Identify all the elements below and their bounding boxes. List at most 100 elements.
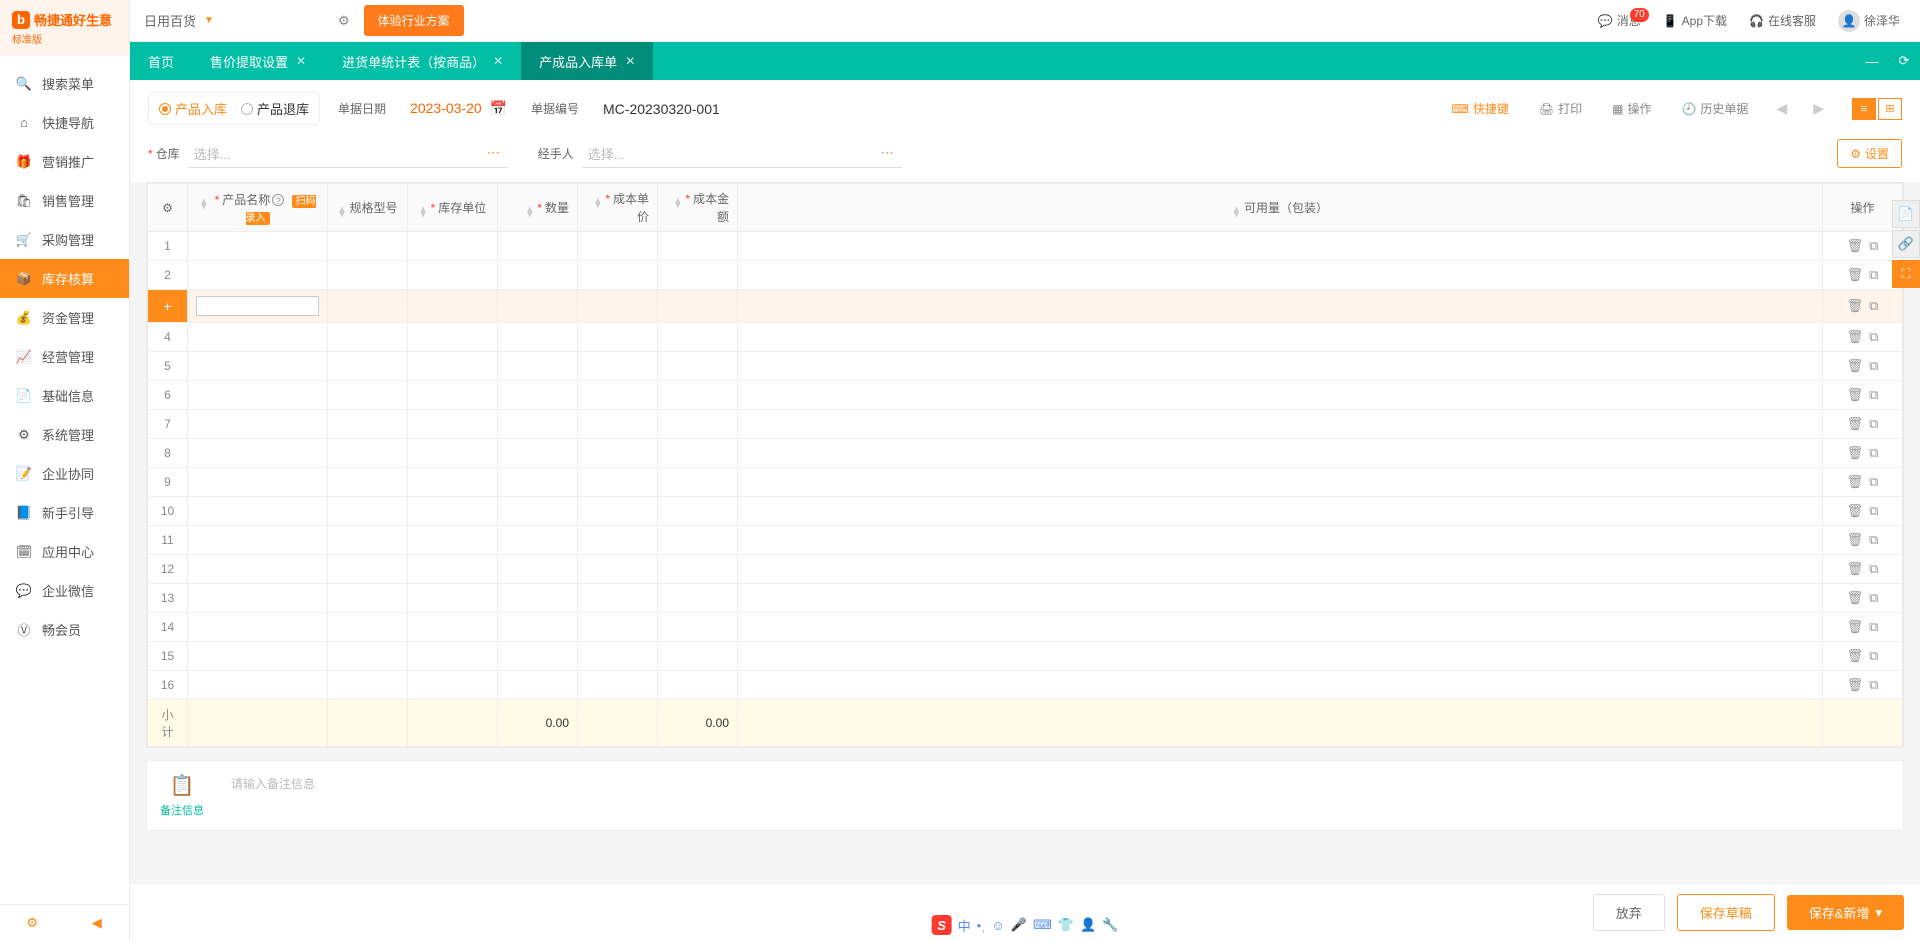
avail-cell[interactable]: [738, 290, 1823, 323]
delete-icon[interactable]: 🗑: [1844, 329, 1867, 344]
qty-cell[interactable]: [498, 352, 578, 381]
avail-cell[interactable]: [738, 381, 1823, 410]
table-row[interactable]: 1🗑⧉: [148, 232, 1903, 261]
spec-cell[interactable]: [328, 410, 408, 439]
price-cell[interactable]: [578, 468, 658, 497]
delete-icon[interactable]: 🗑: [1844, 590, 1867, 605]
copy-icon[interactable]: ⧉: [1866, 238, 1881, 253]
save-draft-button[interactable]: 保存草稿: [1677, 894, 1775, 931]
shortcut-link[interactable]: ⌨ 快捷键: [1446, 96, 1515, 121]
store-settings-icon[interactable]: ⚙: [334, 9, 354, 33]
price-cell[interactable]: [578, 613, 658, 642]
unit-cell[interactable]: [408, 468, 498, 497]
avail-cell[interactable]: [738, 232, 1823, 261]
delete-icon[interactable]: 🗑: [1844, 387, 1867, 402]
spec-cell[interactable]: [328, 323, 408, 352]
product-name-cell[interactable]: [188, 232, 328, 261]
price-cell[interactable]: [578, 261, 658, 290]
nav-item-chart[interactable]: 📈经营管理: [0, 337, 129, 376]
copy-icon[interactable]: ⧉: [1866, 648, 1881, 663]
unit-cell[interactable]: [408, 290, 498, 323]
copy-icon[interactable]: ⧉: [1866, 532, 1881, 547]
avail-cell[interactable]: [738, 642, 1823, 671]
amount-cell[interactable]: [658, 468, 738, 497]
handler-select[interactable]: 选择... ⋯: [582, 140, 902, 168]
table-row[interactable]: 12🗑⧉: [148, 555, 1903, 584]
copy-icon[interactable]: ⧉: [1866, 387, 1881, 402]
price-cell[interactable]: [578, 642, 658, 671]
price-cell[interactable]: [578, 352, 658, 381]
price-cell[interactable]: [578, 439, 658, 468]
col-unit[interactable]: ▲▼*库存单位: [408, 184, 498, 232]
product-name-cell[interactable]: [188, 642, 328, 671]
avail-cell[interactable]: [738, 261, 1823, 290]
table-row[interactable]: 11🗑⧉: [148, 526, 1903, 555]
unit-cell[interactable]: [408, 439, 498, 468]
tab-refresh-button[interactable]: ⟳: [1888, 42, 1920, 80]
price-cell[interactable]: [578, 671, 658, 700]
spec-cell[interactable]: [328, 352, 408, 381]
col-product-name[interactable]: ▲▼ *产品名称? 扫码录入: [188, 184, 328, 232]
spec-cell[interactable]: [328, 290, 408, 323]
copy-icon[interactable]: ⧉: [1866, 298, 1881, 313]
collapse-icon[interactable]: ◀: [65, 905, 130, 941]
table-row[interactable]: 15🗑⧉: [148, 642, 1903, 671]
copy-icon[interactable]: ⧉: [1866, 329, 1881, 344]
qty-cell[interactable]: [498, 613, 578, 642]
product-name-cell[interactable]: [188, 352, 328, 381]
copy-icon[interactable]: ⧉: [1866, 561, 1881, 576]
nav-item-home[interactable]: ⌂快捷导航: [0, 103, 129, 142]
online-service-link[interactable]: 🎧 在线客服: [1743, 12, 1822, 29]
qty-cell[interactable]: [498, 468, 578, 497]
avail-cell[interactable]: [738, 410, 1823, 439]
tab-0[interactable]: 首页: [130, 42, 192, 80]
table-row[interactable]: 5🗑⧉: [148, 352, 1903, 381]
col-amount[interactable]: ▲▼*成本金额: [658, 184, 738, 232]
price-cell[interactable]: [578, 381, 658, 410]
col-settings[interactable]: ⚙: [148, 184, 188, 232]
col-spec[interactable]: ▲▼规格型号: [328, 184, 408, 232]
nav-item-cart[interactable]: 🛒采购管理: [0, 220, 129, 259]
qty-cell[interactable]: [498, 381, 578, 410]
spec-cell[interactable]: [328, 381, 408, 410]
messages-link[interactable]: 💬 消息 70: [1592, 12, 1647, 29]
spec-cell[interactable]: [328, 671, 408, 700]
avail-cell[interactable]: [738, 352, 1823, 381]
qty-cell[interactable]: [498, 290, 578, 323]
spec-cell[interactable]: [328, 613, 408, 642]
close-icon[interactable]: ✕: [296, 54, 306, 68]
next-doc-button[interactable]: ▶: [1809, 100, 1828, 117]
qty-cell[interactable]: [498, 439, 578, 468]
tab-1[interactable]: 售价提取设置✕: [192, 42, 324, 80]
unit-cell[interactable]: [408, 671, 498, 700]
trial-solution-button[interactable]: 体验行业方案: [364, 5, 464, 36]
avail-cell[interactable]: [738, 613, 1823, 642]
price-cell[interactable]: [578, 584, 658, 613]
product-name-cell[interactable]: [188, 323, 328, 352]
avail-cell[interactable]: [738, 323, 1823, 352]
avail-cell[interactable]: [738, 526, 1823, 555]
table-row[interactable]: 7🗑⧉: [148, 410, 1903, 439]
qty-cell[interactable]: [498, 497, 578, 526]
spec-cell[interactable]: [328, 468, 408, 497]
product-name-cell[interactable]: [188, 439, 328, 468]
delete-icon[interactable]: 🗑: [1844, 532, 1867, 547]
nav-item-bag[interactable]: 🛍销售管理: [0, 181, 129, 220]
history-link[interactable]: 🕘 历史单据: [1675, 96, 1754, 121]
date-value[interactable]: 2023-03-20 📅: [404, 96, 513, 121]
nav-item-wechat[interactable]: 💬企业微信: [0, 571, 129, 610]
qty-cell[interactable]: [498, 232, 578, 261]
nav-item-doc[interactable]: 📄基础信息: [0, 376, 129, 415]
unit-cell[interactable]: [408, 323, 498, 352]
product-name-cell[interactable]: [188, 526, 328, 555]
unit-cell[interactable]: [408, 232, 498, 261]
amount-cell[interactable]: [658, 352, 738, 381]
nav-item-vip[interactable]: Ⓥ畅会员: [0, 610, 129, 649]
view-list-button[interactable]: ≡: [1852, 98, 1876, 120]
discard-button[interactable]: 放弃: [1593, 894, 1665, 931]
radio-product-in[interactable]: 产品入库: [159, 99, 227, 118]
amount-cell[interactable]: [658, 613, 738, 642]
settings-icon[interactable]: ⚙: [0, 905, 65, 941]
table-row[interactable]: +🗑⧉: [148, 290, 1903, 323]
copy-icon[interactable]: ⧉: [1866, 474, 1881, 489]
